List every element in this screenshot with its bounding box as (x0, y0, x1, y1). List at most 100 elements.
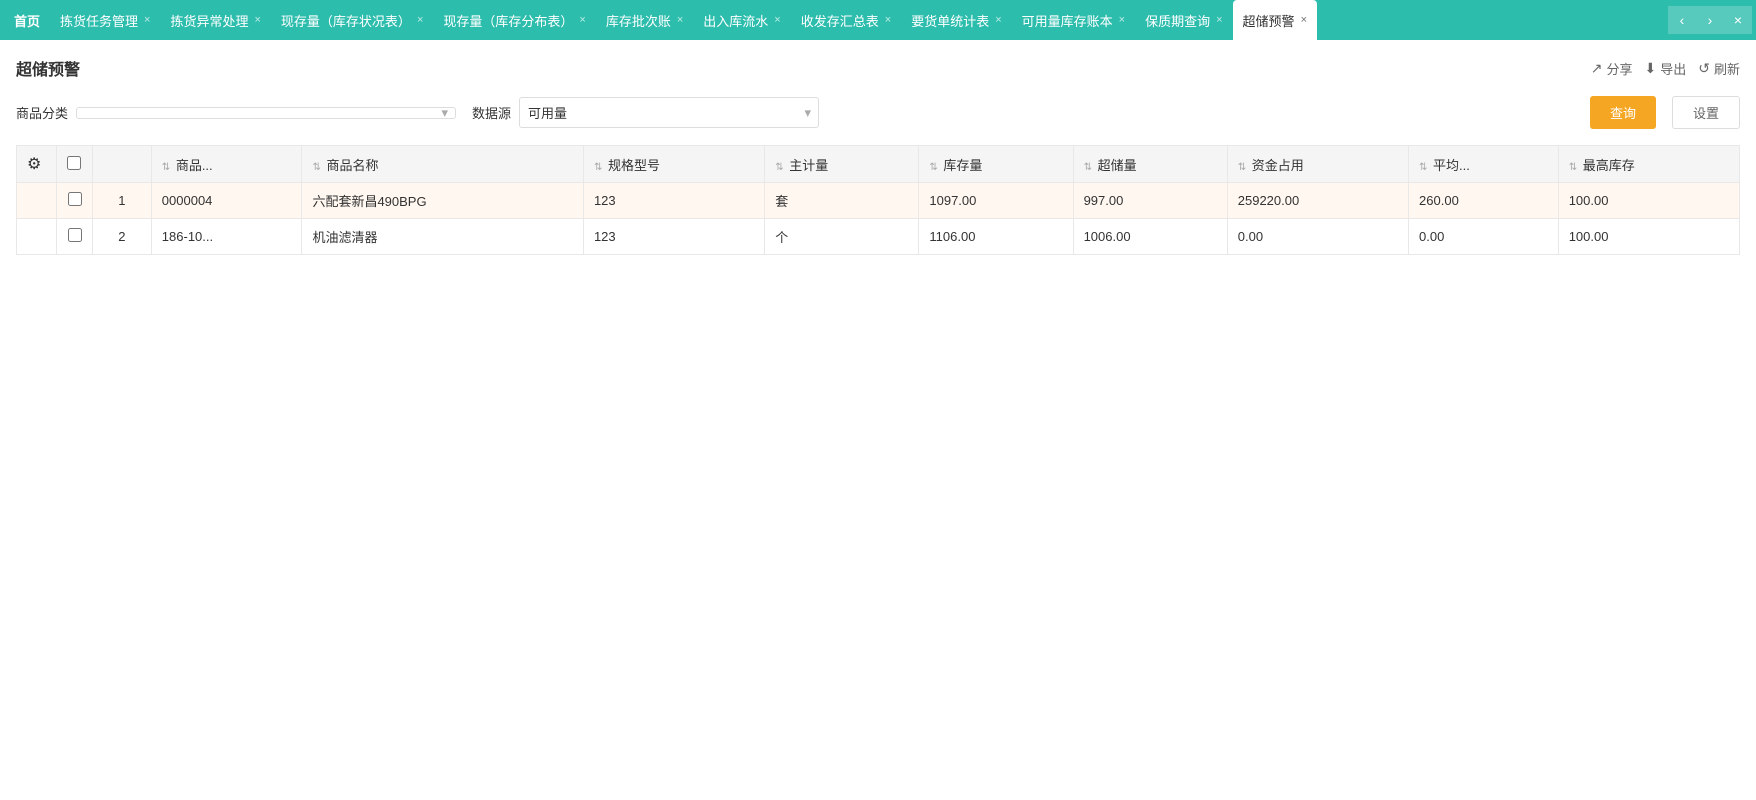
datasource-select[interactable]: 可用量 (519, 97, 819, 128)
avg-cell: 260.00 (1409, 183, 1559, 219)
close-icon[interactable]: × (1301, 14, 1307, 26)
close-icon[interactable]: × (677, 14, 683, 26)
stock-column-header[interactable]: ⇅ 库存量 (919, 146, 1073, 183)
sort-icon: ⇅ (594, 162, 602, 173)
category-filter-item: 商品分类 ▾ (16, 103, 456, 122)
sort-icon: ⇅ (929, 162, 937, 173)
nav-arrow-close[interactable]: × (1724, 6, 1752, 34)
sort-icon: ⇅ (1084, 162, 1092, 173)
header-actions: ↗ 分享 ⬇ 导出 ↺ 刷新 (1591, 59, 1740, 78)
nav-tab-available-book[interactable]: 可用量库存账本 × (1012, 0, 1135, 40)
category-select-wrapper: ▾ (76, 107, 456, 119)
nav-tab-inout-flow[interactable]: 出入库流水 × (693, 0, 790, 40)
nav-tab-inventory-status[interactable]: 现存量（库存状况表） × (271, 0, 433, 40)
row-checkbox[interactable] (68, 228, 82, 242)
settings-button-wrapper: 设置 (1672, 96, 1740, 129)
unit-cell: 个 (765, 219, 919, 255)
row-settings-cell (17, 219, 57, 255)
close-icon[interactable]: × (579, 14, 585, 26)
overstock-cell: 1006.00 (1073, 219, 1227, 255)
nav-tab-pick-task[interactable]: 拣货任务管理 × (50, 0, 160, 40)
close-icon[interactable]: × (417, 14, 423, 26)
gear-icon: ⚙ (27, 156, 41, 173)
max-stock-column-header[interactable]: ⇅ 最高库存 (1558, 146, 1739, 183)
sort-icon: ⇅ (162, 162, 170, 173)
table-row: 2 186-10... 机油滤清器 123 个 1106.00 1006.00 … (17, 219, 1740, 255)
table-row: 1 0000004 六配套新昌490BPG 123 套 1097.00 997.… (17, 183, 1740, 219)
select-all-checkbox[interactable] (67, 156, 81, 170)
row-settings-cell (17, 183, 57, 219)
settings-column-header[interactable]: ⚙ (17, 146, 57, 183)
sort-icon: ⇅ (775, 162, 783, 173)
filter-row: 商品分类 ▾ 数据源 可用量 ▾ 查询 设置 (16, 96, 1740, 129)
spec-column-header[interactable]: ⇅ 规格型号 (583, 146, 764, 183)
product-name-column-header[interactable]: ⇅ 商品名称 (302, 146, 584, 183)
refresh-button[interactable]: ↺ 刷新 (1698, 59, 1740, 78)
unit-cell: 套 (765, 183, 919, 219)
capital-column-header[interactable]: ⇅ 资金占用 (1227, 146, 1408, 183)
stock-cell: 1097.00 (919, 183, 1073, 219)
row-num-cell: 2 (93, 219, 152, 255)
row-num-column-header (93, 146, 152, 183)
stock-cell: 1106.00 (919, 219, 1073, 255)
page-title: 超储预警 (16, 56, 80, 80)
share-button[interactable]: ↗ 分享 (1591, 59, 1633, 78)
close-icon[interactable]: × (1216, 14, 1222, 26)
capital-cell: 0.00 (1227, 219, 1408, 255)
action-buttons: 查询 (1590, 96, 1656, 129)
overstock-column-header[interactable]: ⇅ 超储量 (1073, 146, 1227, 183)
row-checkbox-cell (57, 219, 93, 255)
sort-icon: ⇅ (312, 162, 320, 173)
nav-arrow-left[interactable]: ‹ (1668, 6, 1696, 34)
avg-column-header[interactable]: ⇅ 平均... (1409, 146, 1559, 183)
export-button[interactable]: ⬇ 导出 (1645, 59, 1687, 78)
row-num-cell: 1 (93, 183, 152, 219)
product-name-cell: 机油滤清器 (302, 219, 584, 255)
sort-icon: ⇅ (1569, 162, 1577, 173)
nav-arrow-right[interactable]: › (1696, 6, 1724, 34)
max-stock-cell: 100.00 (1558, 219, 1739, 255)
unit-column-header[interactable]: ⇅ 主计量 (765, 146, 919, 183)
checkbox-column-header (57, 146, 93, 183)
product-name-cell: 六配套新昌490BPG (302, 183, 584, 219)
datasource-filter-label: 数据源 (472, 103, 511, 122)
nav-tab-expiry-query[interactable]: 保质期查询 × (1135, 0, 1232, 40)
query-button[interactable]: 查询 (1590, 96, 1656, 129)
nav-tab-home[interactable]: 首页 (4, 0, 50, 40)
category-filter-label: 商品分类 (16, 103, 68, 122)
close-icon[interactable]: × (1119, 14, 1125, 26)
data-table: ⚙ ⇅ 商品... ⇅ 商品名称 ⇅ 规格型号 (16, 145, 1740, 255)
nav-tab-inventory-dist[interactable]: 现存量（库存分布表） × (433, 0, 595, 40)
close-icon[interactable]: × (995, 14, 1001, 26)
close-icon[interactable]: × (885, 14, 891, 26)
close-icon[interactable]: × (254, 14, 260, 26)
category-select[interactable] (76, 107, 456, 119)
nav-tab-order-stats[interactable]: 要货单统计表 × (901, 0, 1011, 40)
product-code-cell: 186-10... (151, 219, 302, 255)
datasource-select-wrapper: 可用量 ▾ (519, 97, 819, 128)
share-icon: ↗ (1591, 60, 1603, 77)
spec-cell: 123 (583, 183, 764, 219)
nav-tab-batch-account[interactable]: 库存批次账 × (596, 0, 693, 40)
datasource-filter-item: 数据源 可用量 ▾ (472, 97, 819, 128)
close-icon[interactable]: × (144, 14, 150, 26)
row-checkbox[interactable] (68, 192, 82, 206)
top-navigation: 首页 拣货任务管理 × 拣货异常处理 × 现存量（库存状况表） × 现存量（库存… (0, 0, 1756, 40)
product-code-cell: 0000004 (151, 183, 302, 219)
overstock-cell: 997.00 (1073, 183, 1227, 219)
nav-tab-overstock-warning[interactable]: 超储预警 × (1233, 0, 1317, 40)
capital-cell: 259220.00 (1227, 183, 1408, 219)
nav-tab-inout-summary[interactable]: 收发存汇总表 × (791, 0, 901, 40)
max-stock-cell: 100.00 (1558, 183, 1739, 219)
avg-cell: 0.00 (1409, 219, 1559, 255)
row-checkbox-cell (57, 183, 93, 219)
page-content: 超储预警 ↗ 分享 ⬇ 导出 ↺ 刷新 商品分类 ▾ (0, 40, 1756, 800)
nav-tab-pick-exception[interactable]: 拣货异常处理 × (160, 0, 270, 40)
product-code-column-header[interactable]: ⇅ 商品... (151, 146, 302, 183)
export-icon: ⬇ (1645, 60, 1657, 77)
page-header: 超储预警 ↗ 分享 ⬇ 导出 ↺ 刷新 (16, 56, 1740, 80)
settings-button[interactable]: 设置 (1672, 96, 1740, 129)
refresh-icon: ↺ (1698, 60, 1710, 77)
sort-icon: ⇅ (1419, 162, 1427, 173)
close-icon[interactable]: × (774, 14, 780, 26)
